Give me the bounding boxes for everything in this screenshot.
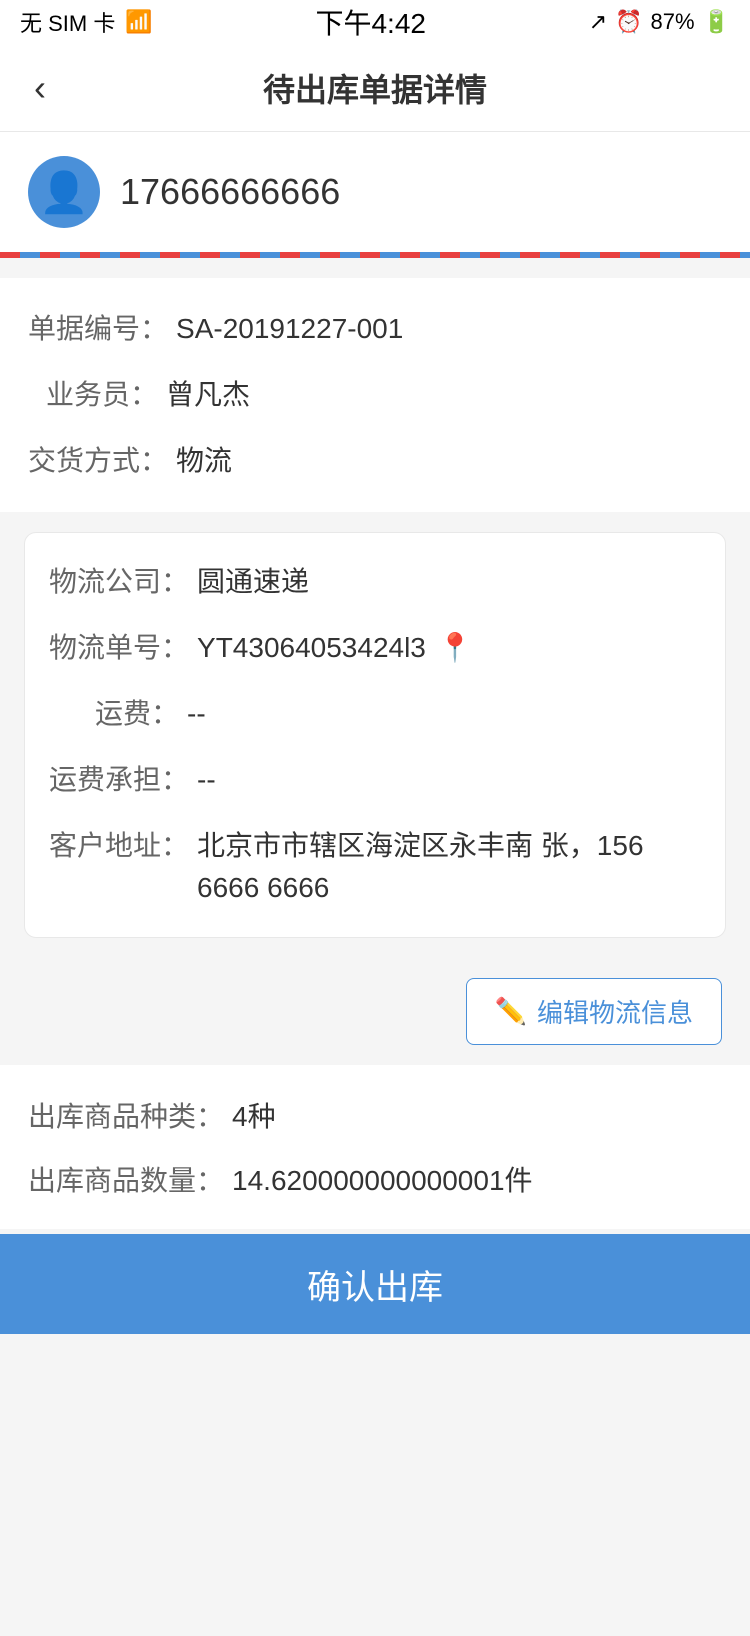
goods-section: 出库商品种类： 4种 出库商品数量： 14.620000000000001件 <box>0 1065 750 1229</box>
logistics-company-row: 物流公司： 圆通速递 <box>49 561 701 603</box>
goods-types-value: 4种 <box>232 1095 276 1135</box>
sales-person-label: 业务员： <box>28 374 158 416</box>
address-label: 客户地址： <box>49 825 189 867</box>
edit-logistics-label: 编辑物流信息 <box>537 993 693 1030</box>
battery-icon: 🔋 <box>703 9 730 35</box>
avatar-icon: 👤 <box>39 169 89 216</box>
order-info-section: 单据编号： SA-20191227-001 业务员： 曾凡杰 交货方式： 物流 <box>0 278 750 512</box>
avatar: 👤 <box>28 156 100 228</box>
back-button[interactable]: ‹ <box>24 57 56 119</box>
sales-person-value: 曾凡杰 <box>166 374 722 416</box>
confirm-btn-label: 确认出库 <box>307 1260 443 1309</box>
status-time: 下午4:42 <box>315 2 426 42</box>
freight-bear-row: 运费承担： -- <box>49 759 701 801</box>
bottom-spacer <box>0 1316 750 1516</box>
tracking-no-row: 物流单号： YT43064053424l3 📍 <box>49 627 701 669</box>
nav-bar: ‹ 待出库单据详情 <box>0 44 750 132</box>
delivery-method-row: 交货方式： 物流 <box>28 440 722 482</box>
address-value: 北京市市辖区海淀区永丰南 张，156 6666 6666 <box>197 825 701 909</box>
freight-label: 运费： <box>49 693 179 735</box>
location-status-icon: ↗ <box>589 9 607 35</box>
freight-row: 运费： -- <box>49 693 701 735</box>
goods-quantity-label: 出库商品数量： <box>28 1159 224 1199</box>
status-bar: 无 SIM 卡 📶 下午4:42 ↗ ⏰ 87% 🔋 <box>0 0 750 44</box>
customer-header: 👤 17666666666 <box>0 132 750 252</box>
logistics-company-label: 物流公司： <box>49 561 189 603</box>
freight-value: -- <box>187 693 701 735</box>
logistics-card: 物流公司： 圆通速递 物流单号： YT43064053424l3 📍 运费： -… <box>24 532 726 938</box>
wifi-icon: 📶 <box>125 9 152 35</box>
freight-bear-label: 运费承担： <box>49 759 189 801</box>
status-right: ↗ ⏰ 87% 🔋 <box>589 9 730 35</box>
goods-types-label: 出库商品种类： <box>28 1095 224 1135</box>
goods-quantity-value: 14.620000000000001件 <box>232 1159 533 1199</box>
goods-quantity-row: 出库商品数量： 14.620000000000001件 <box>28 1159 722 1199</box>
tracking-no-text: YT43064053424l3 <box>197 627 426 669</box>
confirm-btn-bar[interactable]: 确认出库 <box>0 1234 750 1334</box>
tracking-no-label: 物流单号： <box>49 627 189 669</box>
carrier-text: 无 SIM 卡 <box>20 6 115 38</box>
tracking-no-value: YT43064053424l3 📍 <box>197 627 701 669</box>
freight-bear-value: -- <box>197 759 701 801</box>
map-pin-icon[interactable]: 📍 <box>438 627 473 669</box>
order-no-value: SA-20191227-001 <box>176 308 722 350</box>
order-no-row: 单据编号： SA-20191227-001 <box>28 308 722 350</box>
edit-logistics-button[interactable]: ✏️ 编辑物流信息 <box>466 978 722 1045</box>
delivery-method-label: 交货方式： <box>28 440 168 482</box>
section-divider <box>0 1045 750 1065</box>
page-title: 待出库单据详情 <box>263 65 487 111</box>
customer-phone: 17666666666 <box>120 171 340 213</box>
sales-person-row: 业务员： 曾凡杰 <box>28 374 722 416</box>
status-left: 无 SIM 卡 📶 <box>20 6 153 38</box>
order-no-label: 单据编号： <box>28 308 168 350</box>
edit-btn-row: ✏️ 编辑物流信息 <box>0 958 750 1045</box>
address-row: 客户地址： 北京市市辖区海淀区永丰南 张，156 6666 6666 <box>49 825 701 909</box>
battery-text: 87% <box>651 9 695 35</box>
tracking-location-icon[interactable]: 📍 <box>438 627 473 669</box>
dashed-separator <box>0 252 750 258</box>
goods-types-row: 出库商品种类： 4种 <box>28 1095 722 1135</box>
delivery-method-value: 物流 <box>176 440 722 482</box>
edit-icon: ✏️ <box>495 996 527 1027</box>
alarm-icon: ⏰ <box>615 9 642 35</box>
page-content: 👤 17666666666 单据编号： SA-20191227-001 业务员：… <box>0 132 750 1636</box>
logistics-company-value: 圆通速递 <box>197 561 701 603</box>
